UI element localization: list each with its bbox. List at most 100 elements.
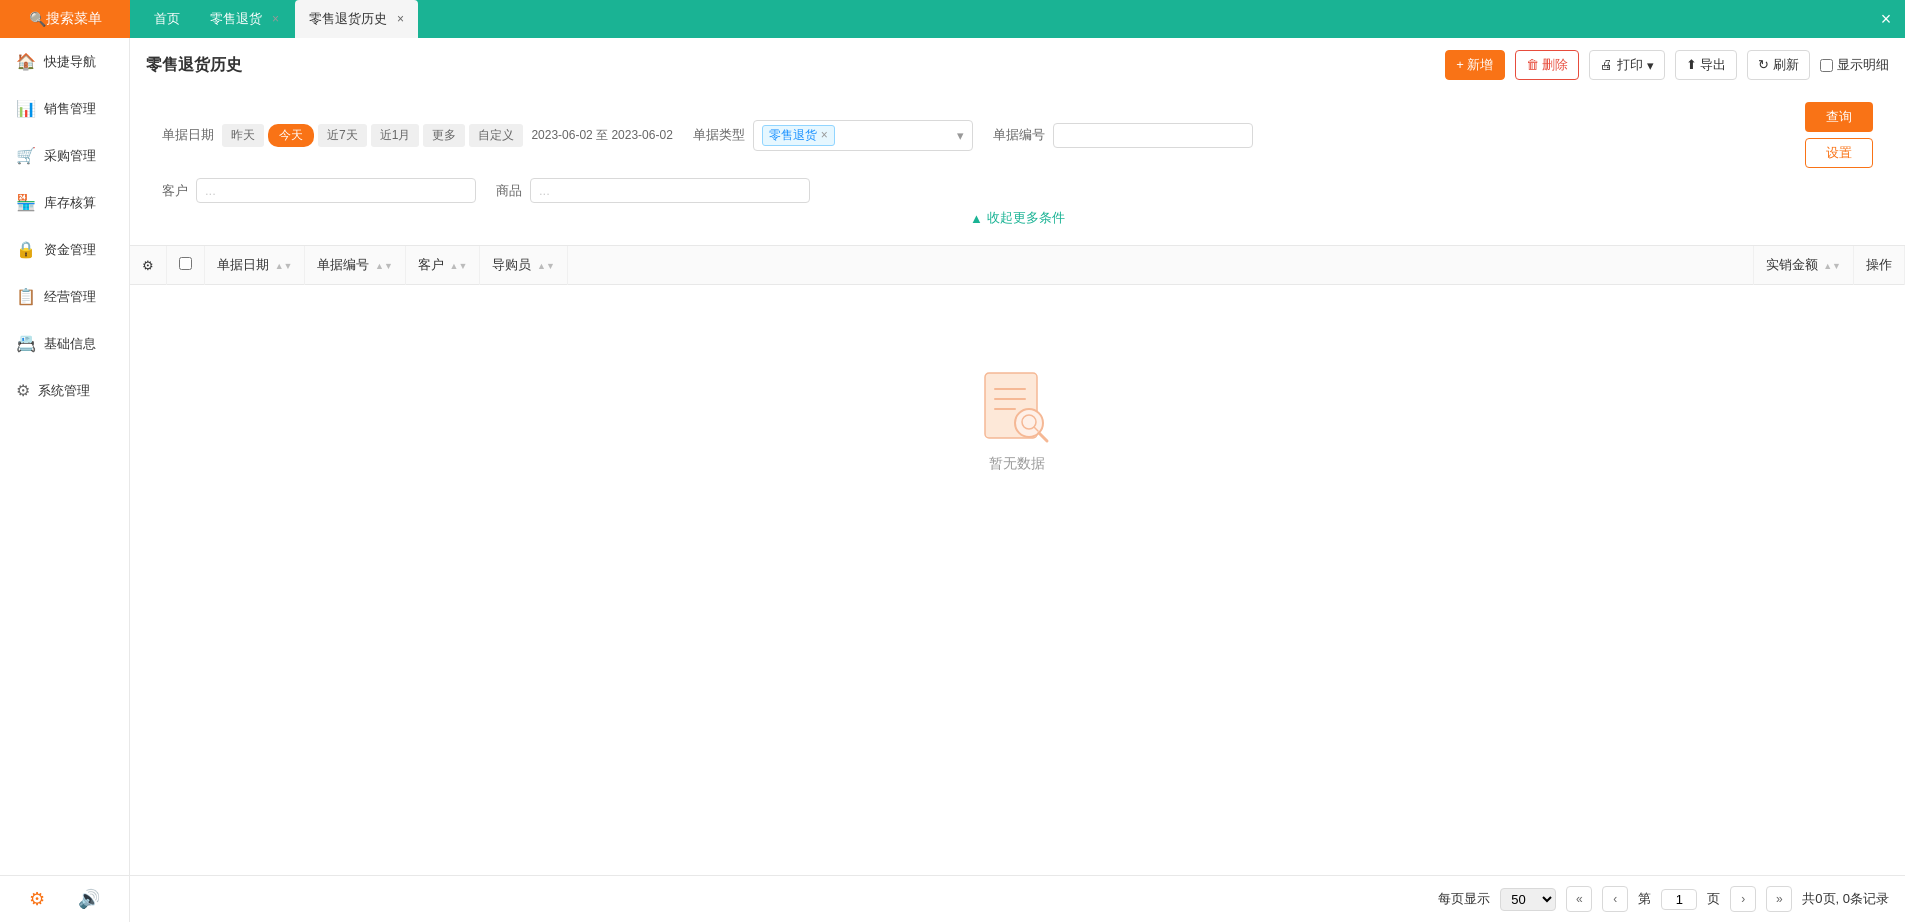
voucher-no-filter-group: 单据编号 bbox=[993, 123, 1253, 148]
top-bar: 🔍 搜索菜单 首页 零售退货 × 零售退货历史 × × bbox=[0, 0, 1905, 38]
delete-btn[interactable]: 🗑 删除 bbox=[1515, 50, 1580, 80]
customer-select[interactable]: ... bbox=[196, 178, 476, 203]
voucher-type-tag: 零售退货 × bbox=[762, 125, 835, 146]
voucher-type-filter-group: 单据类型 零售退货 × ▾ bbox=[693, 120, 973, 151]
page-label: 第 bbox=[1638, 890, 1651, 908]
tab-home[interactable]: 首页 bbox=[140, 0, 194, 38]
filter-area: 单据日期 昨天 今天 近7天 近1月 更多 自定义 2023-06-02 至 2… bbox=[146, 92, 1889, 245]
page-size-label: 每页显示 bbox=[1438, 890, 1490, 908]
date-btns: 昨天 今天 近7天 近1月 更多 自定义 bbox=[222, 124, 523, 147]
date-range: 2023-06-02 至 2023-06-02 bbox=[531, 127, 672, 144]
empty-illustration bbox=[967, 365, 1067, 455]
new-btn[interactable]: + 新增 bbox=[1445, 50, 1504, 80]
sidebar-item-finance-mgmt[interactable]: 🔒 资金管理 bbox=[0, 226, 129, 273]
sort-icon-guide: ▲▼ bbox=[537, 261, 555, 271]
show-detail-checkbox-label[interactable]: 显示明细 bbox=[1820, 56, 1889, 74]
setting-btn[interactable]: 设置 bbox=[1805, 138, 1873, 168]
page-input[interactable] bbox=[1661, 889, 1697, 910]
lock-icon: 🔒 bbox=[16, 240, 36, 259]
tab-retail-return-history[interactable]: 零售退货历史 × bbox=[295, 0, 418, 38]
sidebar-item-operations-mgmt[interactable]: 📋 经营管理 bbox=[0, 273, 129, 320]
sidebar-item-inventory-calc[interactable]: 🏪 库存核算 bbox=[0, 179, 129, 226]
col-actual-amount[interactable]: 实销金额 ▲▼ bbox=[1753, 246, 1853, 285]
window-close-btn[interactable]: × bbox=[1867, 0, 1905, 38]
goods-label: 商品 bbox=[496, 182, 522, 200]
select-all-checkbox[interactable] bbox=[179, 257, 192, 270]
goods-select[interactable]: ... bbox=[530, 178, 810, 203]
show-detail-checkbox[interactable] bbox=[1820, 59, 1833, 72]
empty-state: 暂无数据 bbox=[130, 285, 1905, 553]
last-page-btn[interactable]: » bbox=[1766, 886, 1792, 912]
table-settings-icon[interactable]: ⚙ bbox=[142, 258, 154, 273]
data-table: ⚙ 单据日期 ▲▼ 单据编号 ▲▼ bbox=[130, 246, 1905, 553]
filter-row-2: 客户 ... 商品 ... bbox=[162, 178, 1873, 203]
tab-retail-return[interactable]: 零售退货 × bbox=[196, 0, 293, 38]
date-btn-yesterday[interactable]: 昨天 bbox=[222, 124, 264, 147]
col-action: 操作 bbox=[1854, 246, 1905, 285]
content-area: 零售退货历史 + 新增 🗑 删除 🖨 打印 ▾ ⬆ 导出 bbox=[130, 38, 1905, 922]
home-icon: 🏠 bbox=[16, 52, 36, 71]
tab-bar: 首页 零售退货 × 零售退货历史 × bbox=[130, 0, 1867, 38]
query-btn[interactable]: 查询 bbox=[1805, 102, 1873, 132]
refresh-btn[interactable]: ↻ 刷新 bbox=[1747, 50, 1810, 80]
export-btn[interactable]: ⬆ 导出 bbox=[1675, 50, 1738, 80]
date-btn-more[interactable]: 更多 bbox=[423, 124, 465, 147]
date-btn-custom[interactable]: 自定义 bbox=[469, 124, 523, 147]
voucher-type-select[interactable]: 零售退货 × ▾ bbox=[753, 120, 973, 151]
page-size-select[interactable]: 10 20 50 100 bbox=[1500, 888, 1556, 911]
chart-icon: 📊 bbox=[16, 99, 36, 118]
date-filter-group: 单据日期 昨天 今天 近7天 近1月 更多 自定义 2023-06-02 至 2… bbox=[162, 124, 673, 147]
total-info: 共0页, 0条记录 bbox=[1802, 890, 1889, 908]
prev-page-btn[interactable]: ‹ bbox=[1602, 886, 1628, 912]
date-btn-today[interactable]: 今天 bbox=[268, 124, 314, 147]
collapse-icon: ▲ bbox=[970, 211, 983, 226]
cart-icon: 🛒 bbox=[16, 146, 36, 165]
main-layout: 🏠 快捷导航 📊 销售管理 🛒 采购管理 🏪 库存核算 🔒 资金管理 📋 经营管… bbox=[0, 38, 1905, 922]
voucher-no-label: 单据编号 bbox=[993, 126, 1045, 144]
col-guide[interactable]: 导购员 ▲▼ bbox=[480, 246, 567, 285]
page-title: 零售退货历史 bbox=[146, 55, 242, 76]
sidebar: 🏠 快捷导航 📊 销售管理 🛒 采购管理 🏪 库存核算 🔒 资金管理 📋 经营管… bbox=[0, 38, 130, 922]
svg-line-5 bbox=[1039, 433, 1047, 441]
sort-icon-amount: ▲▼ bbox=[1823, 261, 1841, 271]
pagination-bar: 每页显示 10 20 50 100 « ‹ 第 页 › » 共0页, 0条记录 bbox=[130, 875, 1905, 922]
next-page-btn[interactable]: › bbox=[1730, 886, 1756, 912]
sidebar-bottom: ⚙ 🔊 bbox=[0, 875, 129, 922]
toolbar: + 新增 🗑 删除 🖨 打印 ▾ ⬆ 导出 ↻ 刷新 bbox=[1445, 50, 1889, 80]
col-customer[interactable]: 客户 ▲▼ bbox=[405, 246, 479, 285]
settings-bottom-icon[interactable]: ⚙ bbox=[29, 888, 45, 910]
sidebar-item-basic-info[interactable]: 📇 基础信息 bbox=[0, 320, 129, 367]
collapse-btn[interactable]: ▲ 收起更多条件 bbox=[162, 203, 1873, 235]
tab-retail-return-history-close[interactable]: × bbox=[397, 12, 404, 26]
voucher-type-label: 单据类型 bbox=[693, 126, 745, 144]
col-voucher-date[interactable]: 单据日期 ▲▼ bbox=[205, 246, 305, 285]
gear-icon: ⚙ bbox=[16, 381, 30, 400]
sort-icon-customer: ▲▼ bbox=[450, 261, 468, 271]
date-btn-7days[interactable]: 近7天 bbox=[318, 124, 367, 147]
select-dropdown-icon: ▾ bbox=[957, 128, 964, 143]
search-menu-btn[interactable]: 🔍 搜索菜单 bbox=[0, 0, 130, 38]
volume-icon[interactable]: 🔊 bbox=[78, 888, 100, 910]
sidebar-item-purchase-mgmt[interactable]: 🛒 采购管理 bbox=[0, 132, 129, 179]
page-title-row: 零售退货历史 + 新增 🗑 删除 🖨 打印 ▾ ⬆ 导出 bbox=[146, 50, 1889, 80]
tag-close-icon[interactable]: × bbox=[821, 128, 828, 142]
sidebar-item-system-mgmt[interactable]: ⚙ 系统管理 bbox=[0, 367, 129, 414]
page-unit: 页 bbox=[1707, 890, 1720, 908]
sidebar-item-quick-nav[interactable]: 🏠 快捷导航 bbox=[0, 38, 129, 85]
page-header: 零售退货历史 + 新增 🗑 删除 🖨 打印 ▾ ⬆ 导出 bbox=[130, 38, 1905, 246]
col-spacer bbox=[567, 246, 1753, 285]
tab-retail-return-close[interactable]: × bbox=[272, 12, 279, 26]
card-icon: 📇 bbox=[16, 334, 36, 353]
col-settings[interactable]: ⚙ bbox=[130, 246, 167, 285]
first-page-btn[interactable]: « bbox=[1566, 886, 1592, 912]
date-btn-1month[interactable]: 近1月 bbox=[371, 124, 420, 147]
col-voucher-no[interactable]: 单据编号 ▲▼ bbox=[305, 246, 405, 285]
warehouse-icon: 🏪 bbox=[16, 193, 36, 212]
col-checkbox[interactable] bbox=[167, 246, 205, 285]
filter-action-btns: 查询 设置 bbox=[1805, 102, 1873, 168]
customer-label: 客户 bbox=[162, 182, 188, 200]
sidebar-item-sales-mgmt[interactable]: 📊 销售管理 bbox=[0, 85, 129, 132]
voucher-no-input[interactable] bbox=[1053, 123, 1253, 148]
print-btn[interactable]: 🖨 打印 ▾ bbox=[1589, 50, 1665, 80]
empty-text: 暂无数据 bbox=[989, 455, 1045, 473]
